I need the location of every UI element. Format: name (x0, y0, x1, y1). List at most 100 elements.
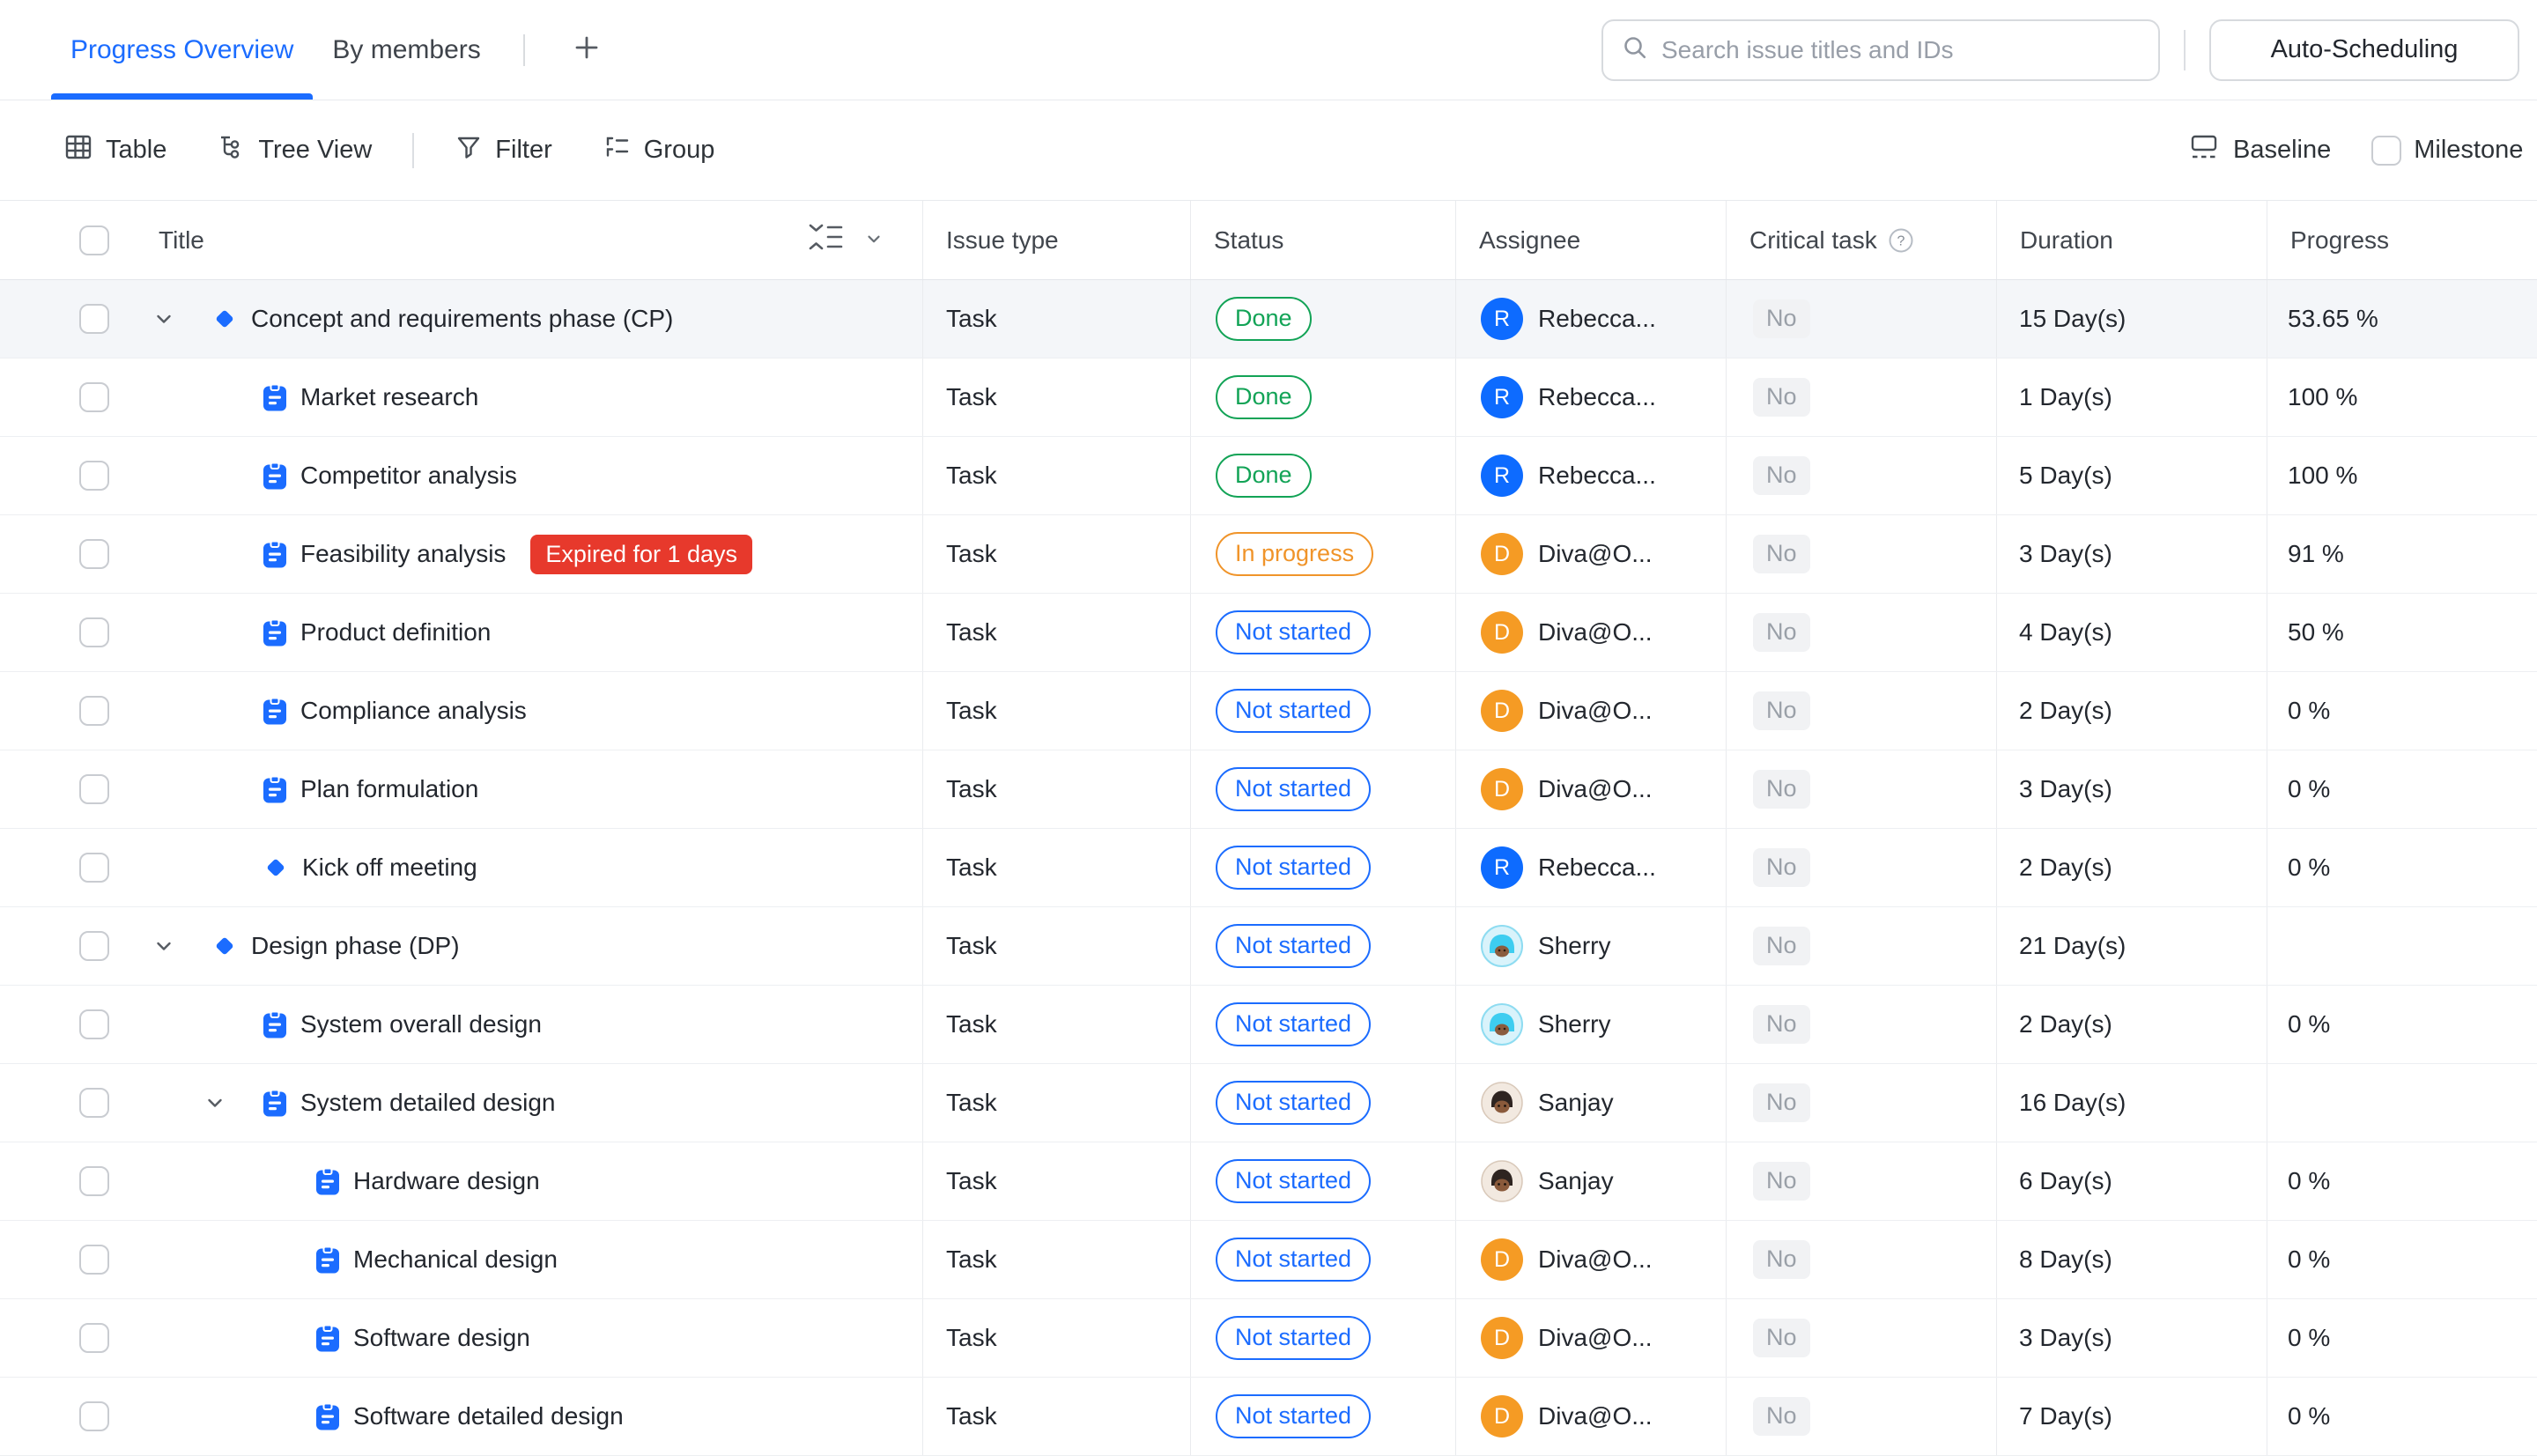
cell-issue-type[interactable]: Task (922, 280, 1190, 358)
cell-issue-type[interactable]: Task (922, 1142, 1190, 1220)
cell-duration[interactable]: 3 Day(s) (1996, 1299, 2267, 1377)
cell-duration[interactable]: 4 Day(s) (1996, 594, 2267, 671)
status-pill[interactable]: Not started (1216, 1316, 1371, 1360)
auto-scheduling-button[interactable]: Auto-Scheduling (2209, 19, 2519, 81)
row-checkbox[interactable] (79, 1245, 109, 1275)
issue-title[interactable]: Design phase (DP) (251, 932, 460, 960)
cell-progress[interactable]: 100 % (2267, 437, 2537, 514)
issue-title[interactable]: Hardware design (353, 1167, 540, 1195)
cell-progress[interactable]: 0 % (2267, 986, 2537, 1063)
row-checkbox[interactable] (79, 304, 109, 334)
cell-assignee[interactable]: Sherry (1455, 907, 1726, 985)
status-pill[interactable]: Done (1216, 297, 1312, 341)
baseline-button[interactable]: Baseline (2187, 133, 2331, 168)
status-pill[interactable]: In progress (1216, 532, 1373, 576)
cell-duration[interactable]: 3 Day(s) (1996, 515, 2267, 593)
row-checkbox[interactable] (79, 1166, 109, 1196)
expand-chevron-icon[interactable] (204, 1092, 226, 1113)
cell-duration[interactable]: 7 Day(s) (1996, 1378, 2267, 1455)
header-issue-type[interactable]: Issue type (922, 201, 1190, 279)
cell-issue-type[interactable]: Task (922, 437, 1190, 514)
cell-duration[interactable]: 21 Day(s) (1996, 907, 2267, 985)
cell-issue-type[interactable]: Task (922, 986, 1190, 1063)
cell-progress[interactable] (2267, 907, 2537, 985)
status-pill[interactable]: Done (1216, 454, 1312, 498)
header-status[interactable]: Status (1190, 201, 1455, 279)
expand-chevron-icon[interactable] (153, 308, 174, 329)
issue-title[interactable]: Software detailed design (353, 1402, 624, 1430)
collapse-levels-icon[interactable] (806, 220, 847, 260)
status-pill[interactable]: Not started (1216, 767, 1371, 811)
cell-duration[interactable]: 1 Day(s) (1996, 358, 2267, 436)
filter-button[interactable]: Filter (455, 133, 551, 168)
issue-title[interactable]: Compliance analysis (300, 697, 527, 725)
row-checkbox[interactable] (79, 696, 109, 726)
cell-progress[interactable]: 53.65 % (2267, 280, 2537, 358)
issue-title[interactable]: Plan formulation (300, 775, 478, 803)
issue-title[interactable]: Software design (353, 1324, 530, 1352)
help-icon[interactable]: ? (1888, 227, 1914, 254)
cell-duration[interactable]: 16 Day(s) (1996, 1064, 2267, 1142)
status-pill[interactable]: Not started (1216, 1081, 1371, 1125)
select-all-checkbox[interactable] (79, 225, 109, 255)
cell-progress[interactable]: 91 % (2267, 515, 2537, 593)
cell-issue-type[interactable]: Task (922, 750, 1190, 828)
row-checkbox[interactable] (79, 461, 109, 491)
status-pill[interactable]: Done (1216, 375, 1312, 419)
cell-duration[interactable]: 5 Day(s) (1996, 437, 2267, 514)
cell-issue-type[interactable]: Task (922, 515, 1190, 593)
cell-progress[interactable]: 50 % (2267, 594, 2537, 671)
cell-progress[interactable]: 0 % (2267, 1378, 2537, 1455)
issue-title[interactable]: Mechanical design (353, 1245, 558, 1274)
expand-chevron-icon[interactable] (153, 935, 174, 957)
view-switch-tree[interactable]: Tree View (216, 132, 372, 169)
row-checkbox[interactable] (79, 1009, 109, 1039)
tab-by-members[interactable]: By members (313, 0, 499, 100)
cell-progress[interactable]: 0 % (2267, 829, 2537, 906)
row-checkbox[interactable] (79, 931, 109, 961)
cell-assignee[interactable]: RRebecca... (1455, 829, 1726, 906)
cell-progress[interactable]: 100 % (2267, 358, 2537, 436)
issue-title[interactable]: System detailed design (300, 1089, 556, 1117)
cell-assignee[interactable]: DDiva@O... (1455, 515, 1726, 593)
cell-progress[interactable]: 0 % (2267, 1299, 2537, 1377)
issue-title[interactable]: Feasibility analysis (300, 540, 506, 568)
cell-assignee[interactable]: DDiva@O... (1455, 1221, 1726, 1298)
row-checkbox[interactable] (79, 1088, 109, 1118)
view-switch-table[interactable]: Table (63, 132, 166, 169)
row-checkbox[interactable] (79, 853, 109, 883)
row-checkbox[interactable] (79, 617, 109, 647)
cell-duration[interactable]: 8 Day(s) (1996, 1221, 2267, 1298)
cell-assignee[interactable]: DDiva@O... (1455, 1378, 1726, 1455)
row-checkbox[interactable] (79, 382, 109, 412)
header-assignee[interactable]: Assignee (1455, 201, 1726, 279)
cell-duration[interactable]: 2 Day(s) (1996, 829, 2267, 906)
issue-title[interactable]: Concept and requirements phase (CP) (251, 305, 673, 333)
milestone-checkbox[interactable] (2371, 136, 2401, 166)
issue-title[interactable]: Kick off meeting (302, 854, 477, 882)
cell-assignee[interactable]: Sanjay (1455, 1142, 1726, 1220)
status-pill[interactable]: Not started (1216, 846, 1371, 890)
cell-duration[interactable]: 6 Day(s) (1996, 1142, 2267, 1220)
row-checkbox[interactable] (79, 1323, 109, 1353)
header-duration[interactable]: Duration (1996, 201, 2267, 279)
cell-assignee[interactable]: DDiva@O... (1455, 1299, 1726, 1377)
group-button[interactable]: Group (602, 132, 715, 169)
cell-issue-type[interactable]: Task (922, 594, 1190, 671)
cell-progress[interactable]: 0 % (2267, 1142, 2537, 1220)
row-checkbox[interactable] (79, 539, 109, 569)
cell-issue-type[interactable]: Task (922, 907, 1190, 985)
cell-progress[interactable]: 0 % (2267, 750, 2537, 828)
cell-progress[interactable] (2267, 1064, 2537, 1142)
cell-duration[interactable]: 2 Day(s) (1996, 986, 2267, 1063)
cell-duration[interactable]: 2 Day(s) (1996, 672, 2267, 750)
status-pill[interactable]: Not started (1216, 924, 1371, 968)
tab-progress-overview[interactable]: Progress Overview (51, 0, 313, 100)
row-checkbox[interactable] (79, 774, 109, 804)
cell-issue-type[interactable]: Task (922, 1378, 1190, 1455)
cell-assignee[interactable]: DDiva@O... (1455, 594, 1726, 671)
cell-duration[interactable]: 15 Day(s) (1996, 280, 2267, 358)
add-tab-button[interactable] (571, 32, 603, 68)
cell-assignee[interactable]: RRebecca... (1455, 437, 1726, 514)
cell-assignee[interactable]: DDiva@O... (1455, 750, 1726, 828)
